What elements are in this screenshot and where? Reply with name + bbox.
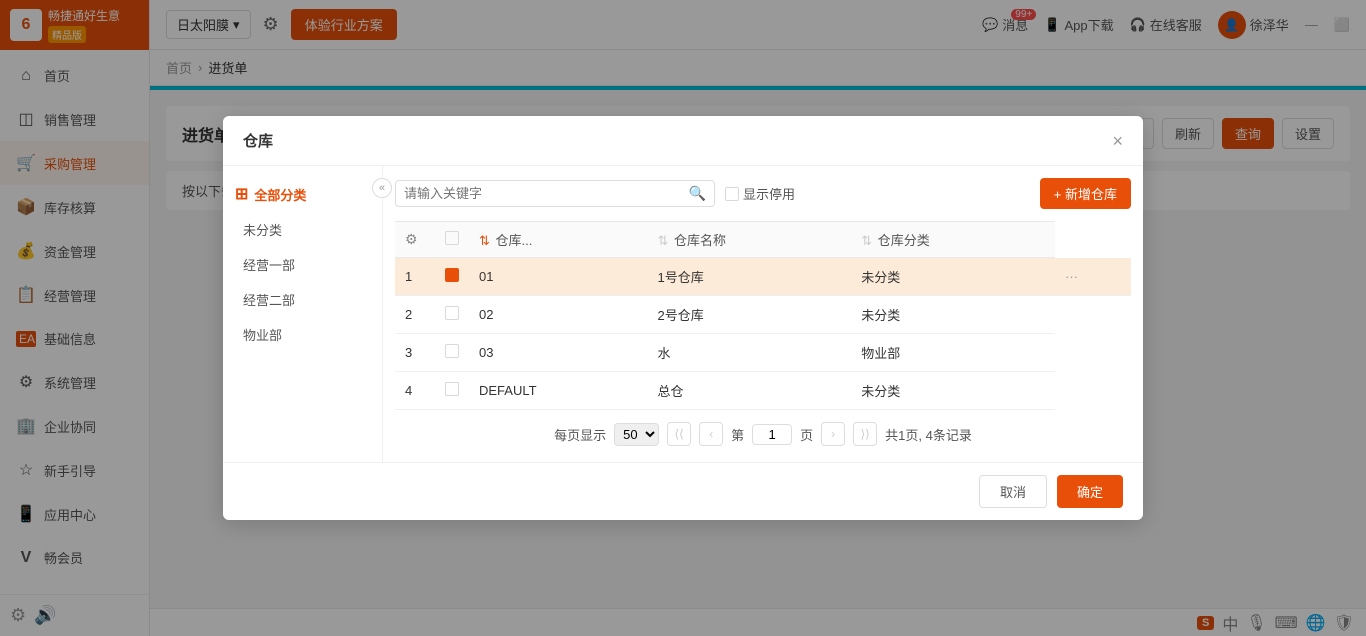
page-label: 第 [731,425,744,444]
table-area: 🔍 显示停用 + 新增仓库 ⚙ [383,166,1143,462]
total-label: 共1页, 4条记录 [885,425,972,444]
category-item-3[interactable]: 物业部 [223,317,382,352]
row-checkbox[interactable] [435,258,469,296]
row-no: 3 [395,334,435,372]
category-label: 经营二部 [243,293,295,308]
sort-icon3: ⇅ [861,233,872,248]
table-body: 1 01 1号仓库 未分类 ··· 2 02 2号仓库 未分类 3 03 水 物… [395,258,1131,410]
row-checkbox[interactable] [435,296,469,334]
row-no: 4 [395,372,435,410]
row-category: 未分类 [851,372,1055,410]
modal-footer: 取消 确定 [223,462,1143,520]
row-name: 1号仓库 [647,258,851,296]
th-code: ⇅ 仓库... [469,222,647,258]
search-icon[interactable]: 🔍 [689,185,706,202]
row-checkbox[interactable] [435,372,469,410]
first-page-btn[interactable]: ⟨⟨ [667,422,691,446]
grid-icon: ⊞ [235,184,248,204]
row-name: 水 [647,334,851,372]
category-item-2[interactable]: 经营二部 [223,282,382,317]
warehouse-modal: 仓库 × ⊞ 全部分类 « 未分类 经营一部 经营二部 [223,116,1143,520]
th-gear: ⚙ [395,222,435,258]
modal-close-button[interactable]: × [1112,132,1123,150]
add-warehouse-button[interactable]: + 新增仓库 [1040,178,1131,209]
search-box: 🔍 [395,180,715,207]
collapse-sidebar-btn[interactable]: « [372,178,392,198]
last-page-btn[interactable]: ⟩⟩ [853,422,877,446]
show-disabled-toggle: 显示停用 [725,184,795,203]
warehouse-table: ⚙ ⇅ 仓库... ⇅ [395,221,1131,410]
table-row[interactable]: 4 DEFAULT 总仓 未分类 [395,372,1131,410]
row-checkbox[interactable] [435,334,469,372]
all-categories-label: 全部分类 [254,185,306,204]
modal-body: ⊞ 全部分类 « 未分类 经营一部 经营二部 物业部 [223,166,1143,462]
search-input[interactable] [404,186,685,201]
th-name: ⇅ 仓库名称 [647,222,851,258]
category-item-1[interactable]: 经营一部 [223,247,382,282]
th-code-label: 仓库... [496,233,533,248]
category-sidebar: ⊞ 全部分类 « 未分类 经营一部 经营二部 物业部 [223,166,383,462]
modal-header: 仓库 × [223,116,1143,166]
row-no: 1 [395,258,435,296]
row-more-icon[interactable]: ··· [1065,269,1078,284]
confirm-button[interactable]: 确定 [1057,475,1123,508]
category-label: 物业部 [243,328,282,343]
category-label: 经营一部 [243,258,295,273]
modal-title: 仓库 [243,130,273,151]
table-row[interactable]: 1 01 1号仓库 未分类 ··· [395,258,1131,296]
category-item-0[interactable]: 未分类 [223,212,382,247]
page-suffix: 页 [800,425,813,444]
table-toolbar: 🔍 显示停用 + 新增仓库 [395,178,1131,209]
row-code: 02 [469,296,647,334]
gear-th-icon[interactable]: ⚙ [405,231,418,247]
cancel-button[interactable]: 取消 [979,475,1047,508]
row-code: DEFAULT [469,372,647,410]
row-no: 2 [395,296,435,334]
prev-page-btn[interactable]: ‹ [699,422,723,446]
category-label: 未分类 [243,223,282,238]
next-page-btn[interactable]: › [821,422,845,446]
row-name: 总仓 [647,372,851,410]
row-code: 01 [469,258,647,296]
row-category: 未分类 [851,296,1055,334]
per-page-select[interactable]: 50 [614,423,659,446]
th-category-label: 仓库分类 [878,233,930,248]
table-row[interactable]: 3 03 水 物业部 [395,334,1131,372]
th-name-label: 仓库名称 [674,233,726,248]
sort-icon: ⇅ [479,233,490,248]
row-name: 2号仓库 [647,296,851,334]
row-category: 物业部 [851,334,1055,372]
select-all-checkbox[interactable] [445,231,459,245]
show-disabled-label: 显示停用 [743,184,795,203]
table-row[interactable]: 2 02 2号仓库 未分类 [395,296,1131,334]
row-code: 03 [469,334,647,372]
table-container: ⚙ ⇅ 仓库... ⇅ [395,221,1131,410]
th-category: ⇅ 仓库分类 [851,222,1055,258]
th-checkbox [435,222,469,258]
modal-overlay[interactable]: 仓库 × ⊞ 全部分类 « 未分类 经营一部 经营二部 [0,0,1366,636]
table-header-row: ⚙ ⇅ 仓库... ⇅ [395,222,1131,258]
page-input[interactable] [752,424,792,445]
pagination: 每页显示 50 ⟨⟨ ‹ 第 页 › ⟩⟩ 共1页, 4条记录 [395,410,1131,450]
per-page-label: 每页显示 [554,425,606,444]
sort-icon2: ⇅ [657,233,668,248]
row-category: 未分类 [851,258,1055,296]
all-categories-item[interactable]: ⊞ 全部分类 [223,176,382,212]
show-disabled-checkbox[interactable] [725,187,739,201]
